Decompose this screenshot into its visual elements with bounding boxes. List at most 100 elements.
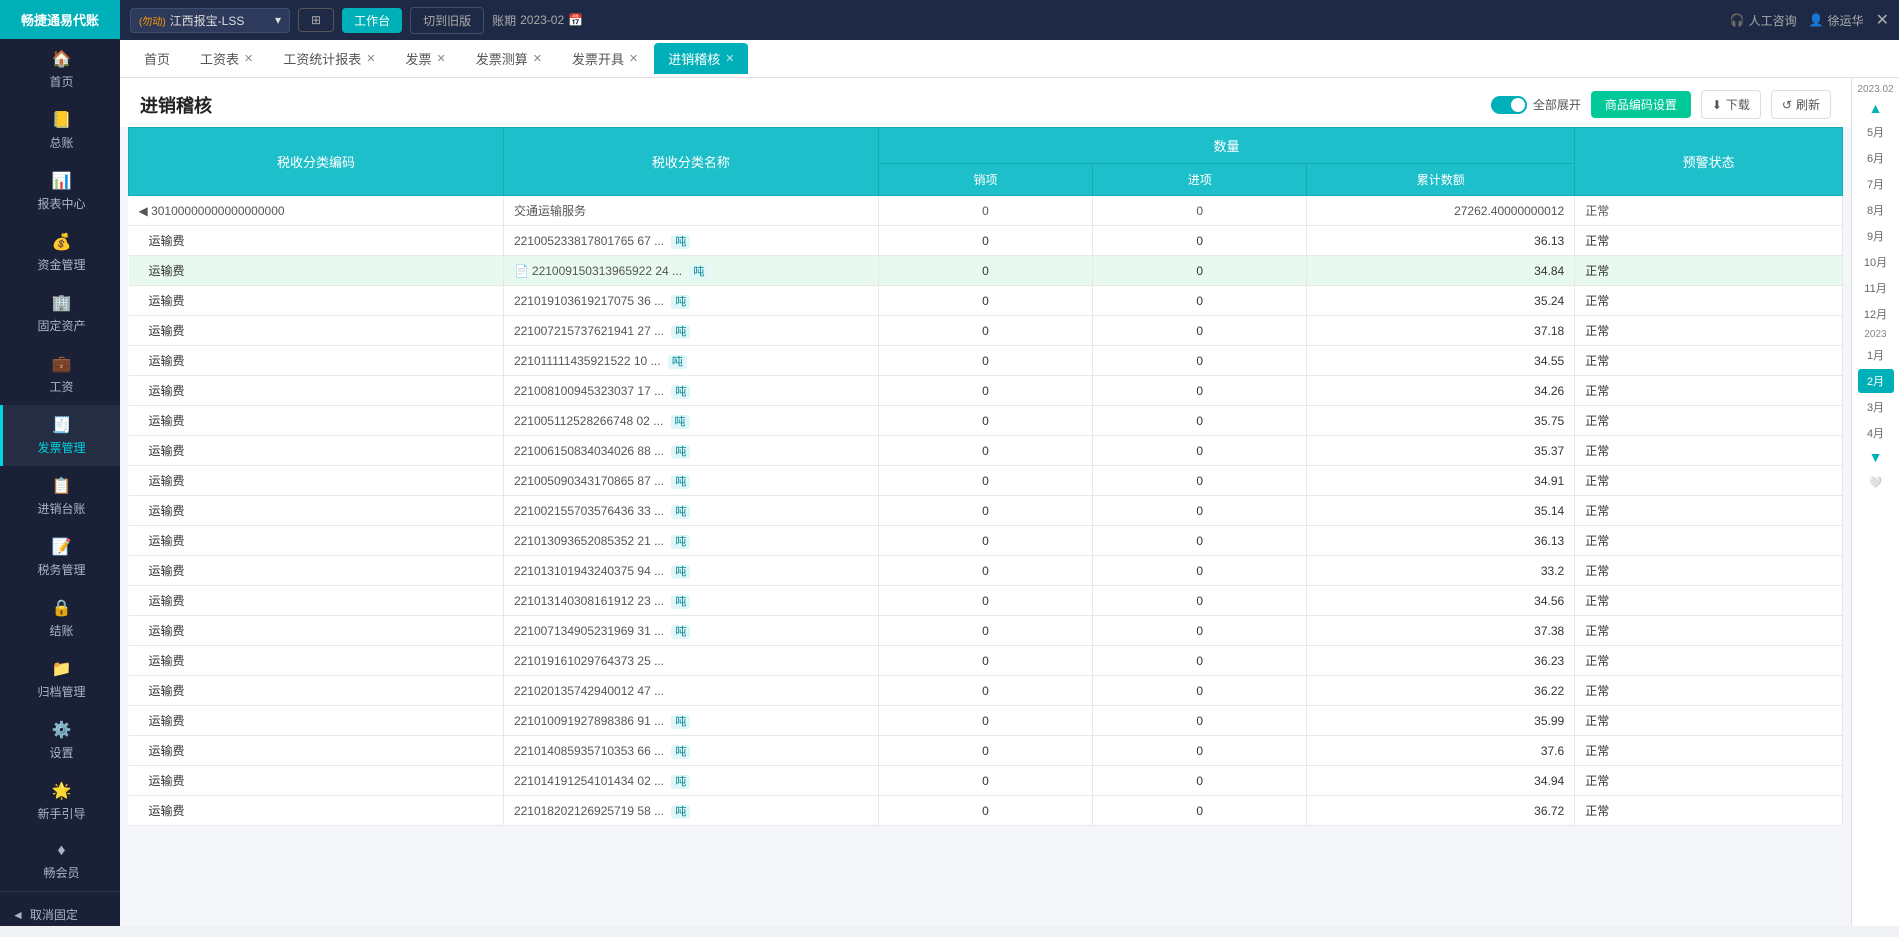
- tab-reconcile-close[interactable]: ✕: [725, 52, 734, 65]
- tab-invoice-open[interactable]: 发票开具 ✕: [558, 43, 652, 74]
- scroll-up-button[interactable]: ▲: [1866, 97, 1886, 119]
- scroll-down-button[interactable]: ▼: [1866, 446, 1886, 468]
- content-area: 进销稽核 全部展开 商品编码设置 ⬇ 下载 ↺ 刷: [120, 78, 1899, 926]
- tab-home[interactable]: 首页: [130, 43, 184, 74]
- row-cumulative: 36.22: [1307, 676, 1575, 706]
- row-status: 正常: [1575, 736, 1843, 766]
- user-menu[interactable]: 👤 徐运华: [1809, 12, 1864, 29]
- settings-icon: ⚙️: [52, 720, 72, 740]
- month-6[interactable]: 6月: [1858, 146, 1894, 170]
- topbar-right: 🎧 人工咨询 👤 徐运华 ✕: [1730, 10, 1889, 30]
- workbench-button[interactable]: 工作台: [342, 8, 402, 33]
- tab-payroll[interactable]: 工资表 ✕: [186, 43, 267, 74]
- toggle-track[interactable]: [1491, 96, 1527, 114]
- row-purchase: 0: [1093, 346, 1307, 376]
- company-tag: (勿动): [139, 13, 166, 28]
- row-code: 221019103619217075 36 ... 吨: [503, 286, 878, 316]
- row-name: 运输费: [129, 376, 504, 406]
- parent-sales: 0: [878, 196, 1092, 226]
- row-sales: 0: [878, 406, 1092, 436]
- tab-invoice[interactable]: 发票 ✕: [391, 43, 459, 74]
- sidebar-item-member[interactable]: ♦ 畅会员: [0, 832, 120, 891]
- tax-icon: 📝: [52, 537, 72, 557]
- tab-invoice-calc[interactable]: 发票测算 ✕: [462, 43, 556, 74]
- right-panel-year-2023: 2023: [1864, 327, 1886, 342]
- month-12[interactable]: 12月: [1858, 302, 1894, 326]
- sidebar-item-archive[interactable]: 📁 归档管理: [0, 649, 120, 710]
- row-purchase: 0: [1093, 496, 1307, 526]
- sidebar-item-ledger[interactable]: 📒 总账: [0, 100, 120, 161]
- main-page: 进销稽核 全部展开 商品编码设置 ⬇ 下载 ↺ 刷: [120, 78, 1851, 926]
- sidebar-item-settings[interactable]: ⚙️ 设置: [0, 710, 120, 771]
- month-10[interactable]: 10月: [1858, 250, 1894, 274]
- company-dropdown-icon: ▾: [275, 13, 281, 27]
- tab-invoice-calc-close[interactable]: ✕: [533, 52, 542, 65]
- table-row: 运输费 221013093652085352 21 ... 吨 0 0 36.1…: [129, 526, 1843, 556]
- sidebar-item-guide[interactable]: 🌟 新手引导: [0, 771, 120, 832]
- tab-payroll-close[interactable]: ✕: [244, 52, 253, 65]
- row-status: 正常: [1575, 556, 1843, 586]
- sidebar-item-assets[interactable]: 🏢 固定资产: [0, 283, 120, 344]
- reports-icon: 📊: [52, 171, 72, 191]
- table-row: 运输费 221014085935710353 66 ... 吨 0 0 37.6…: [129, 736, 1843, 766]
- close-button[interactable]: ✕: [1876, 10, 1889, 30]
- heart-icon[interactable]: 🤍: [1869, 476, 1883, 489]
- sidebar-item-purchase-sales[interactable]: 📋 进销台账: [0, 466, 120, 527]
- sidebar-item-payroll[interactable]: 💼 工资: [0, 344, 120, 405]
- refresh-btn[interactable]: ↺ 刷新: [1771, 90, 1831, 119]
- refresh-icon: ↺: [1782, 98, 1792, 112]
- sidebar-item-closing[interactable]: 🔒 结账: [0, 588, 120, 649]
- sidebar-item-home[interactable]: 🏠 首页: [0, 39, 120, 100]
- unpin-button[interactable]: ◄ 取消固定: [0, 900, 120, 929]
- row-name: 运输费: [129, 736, 504, 766]
- month-9[interactable]: 9月: [1858, 224, 1894, 248]
- support-label: 人工咨询: [1749, 12, 1797, 29]
- calendar-icon[interactable]: 📅: [568, 13, 583, 27]
- tab-invoice-open-close[interactable]: ✕: [629, 52, 638, 65]
- row-status: 正常: [1575, 436, 1843, 466]
- tab-reconcile[interactable]: 进销稽核 ✕: [654, 43, 748, 74]
- support-button[interactable]: 🎧 人工咨询: [1730, 12, 1797, 29]
- row-code: 221013140308161912 23 ... 吨: [503, 586, 878, 616]
- month-1[interactable]: 1月: [1858, 343, 1894, 367]
- month-7[interactable]: 7月: [1858, 172, 1894, 196]
- expand-toggle[interactable]: 全部展开: [1491, 96, 1581, 114]
- page-header: 进销稽核 全部展开 商品编码设置 ⬇ 下载 ↺ 刷: [120, 78, 1851, 127]
- month-2-current[interactable]: 2月: [1858, 369, 1894, 393]
- row-code: 221011111435921522 10 ... 吨: [503, 346, 878, 376]
- table-row: 运输费 📄221009150313965922 24 ... 吨 0 0 34.…: [129, 256, 1843, 286]
- tab-invoice-close[interactable]: ✕: [437, 52, 446, 65]
- row-purchase: 0: [1093, 526, 1307, 556]
- table-row-parent: ◀ 30100000000000000000 交通运输服务 0 0 27262.…: [129, 196, 1843, 226]
- tab-payroll-stats[interactable]: 工资统计报表 ✕: [269, 43, 389, 74]
- row-cumulative: 35.75: [1307, 406, 1575, 436]
- copy-button[interactable]: ⊞: [298, 8, 334, 32]
- col-header-purchase: 进项: [1093, 164, 1307, 196]
- download-btn[interactable]: ⬇ 下载: [1701, 90, 1761, 119]
- row-status: 正常: [1575, 586, 1843, 616]
- row-purchase: 0: [1093, 406, 1307, 436]
- month-3[interactable]: 3月: [1858, 395, 1894, 419]
- month-8[interactable]: 8月: [1858, 198, 1894, 222]
- download-label: 下载: [1726, 96, 1750, 113]
- month-4[interactable]: 4月: [1858, 421, 1894, 445]
- month-5[interactable]: 5月: [1858, 120, 1894, 144]
- table-row: 运输费 221010091927898386 91 ... 吨 0 0 35.9…: [129, 706, 1843, 736]
- sidebar-item-invoice-mgmt[interactable]: 🧾 发票管理: [0, 405, 120, 466]
- table-row: 运输费 221006150834034026 88 ... 吨 0 0 35.3…: [129, 436, 1843, 466]
- row-cumulative: 36.72: [1307, 796, 1575, 826]
- sidebar-item-reports[interactable]: 📊 报表中心: [0, 161, 120, 222]
- tab-payroll-stats-close[interactable]: ✕: [366, 52, 375, 65]
- company-selector[interactable]: (勿动) 江西报宝-LSS ▾: [130, 8, 290, 33]
- month-11[interactable]: 11月: [1858, 276, 1894, 300]
- row-name: 运输费: [129, 796, 504, 826]
- sidebar-item-tax[interactable]: 📝 税务管理: [0, 527, 120, 588]
- settings-btn[interactable]: 商品编码设置: [1591, 91, 1691, 118]
- home-icon: 🏠: [52, 49, 72, 69]
- switch-version-button[interactable]: 切到旧版: [410, 7, 484, 34]
- row-code: 221020135742940012 47 ...: [503, 676, 878, 706]
- row-sales: 0: [878, 496, 1092, 526]
- row-cumulative: 35.24: [1307, 286, 1575, 316]
- table-row: 运输费 221013140308161912 23 ... 吨 0 0 34.5…: [129, 586, 1843, 616]
- sidebar-item-funds[interactable]: 💰 资金管理: [0, 222, 120, 283]
